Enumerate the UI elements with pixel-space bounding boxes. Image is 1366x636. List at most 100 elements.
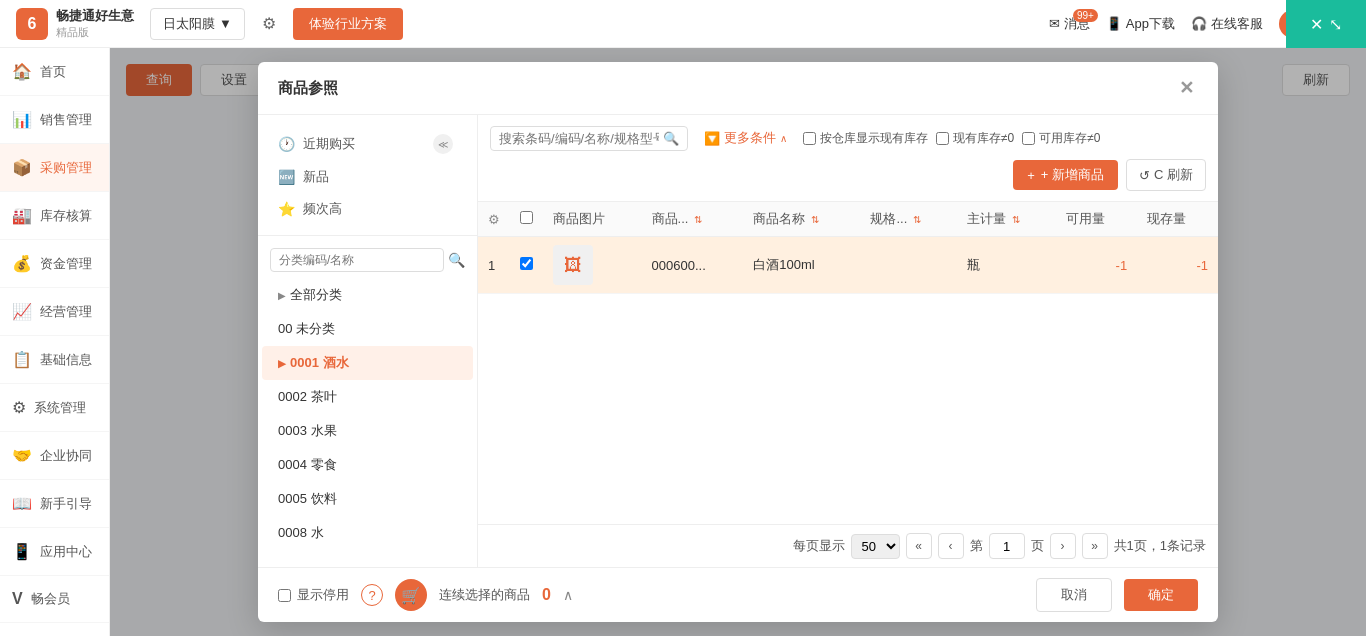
- per-page-select[interactable]: 50: [851, 534, 900, 559]
- checkbox-show-stock[interactable]: [803, 132, 816, 145]
- message-icon: ✉: [1049, 16, 1060, 31]
- cart-icon: 🛒: [401, 586, 421, 605]
- quick-item-frequent[interactable]: ⭐ 频次高: [270, 193, 465, 225]
- modal-body: 🕐 近期购买 ≪ 🆕 新品 ⭐ 频次高: [258, 115, 1218, 567]
- message-item[interactable]: ✉ 消息 99+: [1049, 15, 1090, 33]
- sidebar-item-system[interactable]: ⚙ 系统管理: [0, 384, 109, 432]
- sidebar-item-sales[interactable]: 📊 销售管理: [0, 96, 109, 144]
- star-icon: ⭐: [278, 201, 295, 217]
- sort-code-icon: ⇅: [694, 214, 702, 225]
- left-panel: 🕐 近期购买 ≪ 🆕 新品 ⭐ 频次高: [258, 115, 478, 567]
- help-icon[interactable]: ?: [361, 584, 383, 606]
- cat-item-0[interactable]: 00 未分类: [262, 312, 473, 346]
- quick-item-recent[interactable]: 🕐 近期购买 ≪: [270, 127, 465, 161]
- product-search-box: 🔍: [490, 126, 688, 151]
- right-panel: 🔍 🔽 更多条件 ∧ 按仓库显示现有库存: [478, 115, 1218, 567]
- teal-bar: ✕ ⤡: [1286, 0, 1366, 48]
- finance-icon: 💰: [12, 254, 32, 273]
- sidebar-item-finance[interactable]: 💰 资金管理: [0, 240, 109, 288]
- quick-item-new[interactable]: 🆕 新品: [270, 161, 465, 193]
- modal-header: 商品参照 ✕: [258, 62, 1218, 115]
- col-available-header: 可用量: [1056, 202, 1137, 237]
- table-row[interactable]: 1 🖼: [478, 237, 1218, 294]
- modal-footer: 显示停用 ? 🛒 连续选择的商品 0 ∧ 取消 确定: [258, 567, 1218, 622]
- sidebar-item-basic[interactable]: 📋 基础信息: [0, 336, 109, 384]
- product-search-input[interactable]: [499, 131, 659, 146]
- prev-page-btn[interactable]: ‹: [938, 533, 964, 559]
- expand-icon[interactable]: ⤡: [1329, 15, 1342, 34]
- store-dropdown[interactable]: 日太阳膜 ▼: [150, 8, 245, 40]
- sidebar-item-apps[interactable]: 📱 应用中心: [0, 528, 109, 576]
- row-unit: 瓶: [957, 237, 1056, 294]
- collapse-left-btn[interactable]: ≪: [433, 134, 453, 154]
- sidebar-item-collab[interactable]: 🤝 企业协同: [0, 432, 109, 480]
- first-page-btn[interactable]: «: [906, 533, 932, 559]
- checkbox-row-2: 现有库存≠0: [936, 130, 1014, 147]
- logo-text: 畅捷通好生意 精品版: [56, 7, 134, 40]
- show-disabled-checkbox-row: 显示停用: [278, 586, 349, 604]
- col-unit-header[interactable]: 主计量 ⇅: [957, 202, 1056, 237]
- refresh-btn[interactable]: ↺ C 刷新: [1126, 159, 1206, 191]
- page-number-input[interactable]: [989, 533, 1025, 559]
- settings-icon[interactable]: ⚙: [253, 8, 285, 40]
- sales-icon: 📊: [12, 110, 32, 129]
- col-code-header[interactable]: 商品... ⇅: [642, 202, 744, 237]
- cat-item-4[interactable]: 0004 零食: [262, 448, 473, 482]
- filter-btn[interactable]: 🔽 更多条件 ∧: [696, 125, 795, 151]
- sidebar-item-purchase[interactable]: 📦 采购管理: [0, 144, 109, 192]
- col-checkbox: [510, 202, 543, 237]
- show-disabled-checkbox[interactable]: [278, 589, 291, 602]
- vip-icon: V: [12, 590, 23, 608]
- category-search-input[interactable]: [270, 248, 444, 272]
- checkbox-available-nonzero[interactable]: [1022, 132, 1035, 145]
- cancel-btn[interactable]: 取消: [1036, 578, 1112, 612]
- sidebar-item-ops[interactable]: 📈 经营管理: [0, 288, 109, 336]
- cat-item-3[interactable]: 0003 水果: [262, 414, 473, 448]
- col-spec-header[interactable]: 规格... ⇅: [860, 202, 956, 237]
- cat-item-2[interactable]: 0002 茶叶: [262, 380, 473, 414]
- cat-item-5[interactable]: 0005 饮料: [262, 482, 473, 516]
- plus-icon: +: [1027, 168, 1035, 183]
- image-placeholder-icon: 🖼: [564, 255, 582, 276]
- sort-spec-icon: ⇅: [913, 214, 921, 225]
- cart-button[interactable]: 🛒: [395, 579, 427, 611]
- cat-arrow-all: ▶: [278, 290, 286, 301]
- add-product-btn[interactable]: + + 新增商品: [1013, 160, 1118, 190]
- checkbox-row-1: 按仓库显示现有库存: [803, 130, 928, 147]
- online-service-item[interactable]: 🎧 在线客服: [1191, 15, 1263, 33]
- footer-collapse-icon[interactable]: ∧: [563, 587, 573, 603]
- divider: [258, 235, 477, 236]
- inventory-icon: 🏭: [12, 206, 32, 225]
- close-icon[interactable]: ✕: [1310, 15, 1323, 34]
- col-name-header[interactable]: 商品名称 ⇅: [743, 202, 860, 237]
- cat-item-all[interactable]: ▶ 全部分类: [262, 278, 473, 312]
- experience-btn[interactable]: 体验行业方案: [293, 8, 403, 40]
- app-download-item[interactable]: 📱 App下载: [1106, 15, 1175, 33]
- cat-item-6[interactable]: 0008 水: [262, 516, 473, 550]
- next-page-btn[interactable]: ›: [1050, 533, 1076, 559]
- confirm-btn[interactable]: 确定: [1124, 579, 1198, 611]
- sidebar-item-guide[interactable]: 📖 新手引导: [0, 480, 109, 528]
- select-all-checkbox[interactable]: [520, 211, 533, 224]
- logo-icon: 6: [16, 8, 48, 40]
- quick-items: 🕐 近期购买 ≪ 🆕 新品 ⭐ 频次高: [258, 123, 477, 229]
- home-icon: 🏠: [12, 62, 32, 81]
- modal-close-button[interactable]: ✕: [1174, 76, 1198, 100]
- category-search-icon[interactable]: 🔍: [448, 252, 465, 268]
- search-icon[interactable]: 🔍: [663, 131, 679, 146]
- cat-item-7[interactable]: 0010 家电: [262, 550, 473, 559]
- content-area: 查询 设置 刷新 商品参照 ✕: [110, 48, 1366, 636]
- category-search-row: 🔍: [258, 242, 477, 278]
- cat-item-1[interactable]: ▶ 0001 酒水: [262, 346, 473, 380]
- row-num: 1: [478, 237, 510, 294]
- checkbox-stock-nonzero[interactable]: [936, 132, 949, 145]
- table-header-row: ⚙ 商品图片: [478, 202, 1218, 237]
- last-page-btn[interactable]: »: [1082, 533, 1108, 559]
- table-container: ⚙ 商品图片: [478, 202, 1218, 524]
- sidebar-item-home[interactable]: 🏠 首页: [0, 48, 109, 96]
- sidebar-item-vip[interactable]: V 畅会员: [0, 576, 109, 623]
- ops-icon: 📈: [12, 302, 32, 321]
- sidebar-item-inventory[interactable]: 🏭 库存核算: [0, 192, 109, 240]
- row-checkbox[interactable]: [520, 257, 533, 270]
- table-settings-icon[interactable]: ⚙: [488, 212, 500, 227]
